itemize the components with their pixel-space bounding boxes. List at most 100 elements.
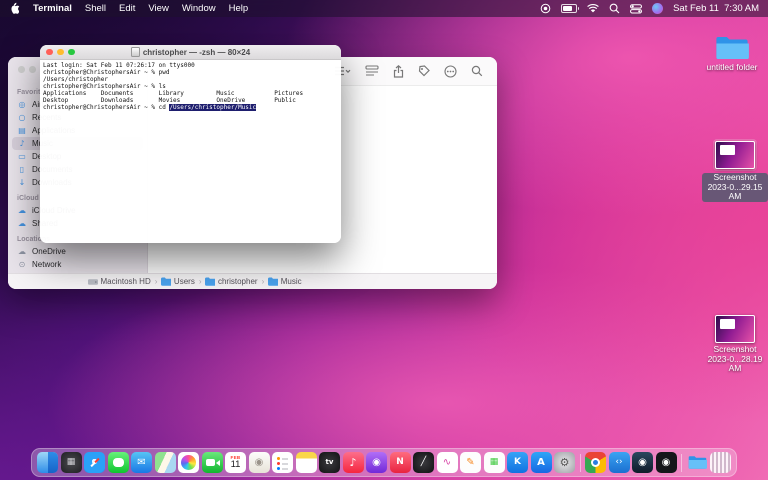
dock-podcasts[interactable]: ◉ <box>366 452 387 473</box>
folder-icon <box>161 277 172 286</box>
dock-news[interactable]: N <box>389 452 411 473</box>
desktop-icon-label: Screenshot 2023-0...28.19 AM <box>707 344 763 373</box>
dock-stocks[interactable]: ╱ <box>413 452 434 473</box>
search-icon[interactable] <box>471 65 483 77</box>
group-icon[interactable] <box>365 65 379 77</box>
minimize-button[interactable] <box>57 48 64 56</box>
terminal-line: Applications Documents Library Music Pic… <box>43 90 304 97</box>
battery-icon[interactable] <box>561 4 580 13</box>
dock-trash[interactable] <box>710 452 731 473</box>
dock-contacts[interactable]: ◉ <box>248 452 270 473</box>
terminal-window-title: christopher — -zsh — 80×24 <box>130 47 250 57</box>
control-center-icon[interactable] <box>630 3 643 14</box>
terminal-line: christopher@ChristophersAir ~ % ls <box>43 83 166 90</box>
shared-icon: ☁ <box>18 219 26 228</box>
dock-facetime[interactable] <box>201 452 223 473</box>
terminal-window-controls <box>46 48 75 56</box>
sidebar-item-onedrive[interactable]: ☁ OneDrive <box>12 245 143 258</box>
more-options-icon[interactable] <box>444 64 457 78</box>
menu-bar-clock[interactable]: Sat Feb 11 7:30 AM <box>673 3 759 14</box>
dock-downloads-folder[interactable] <box>687 452 708 473</box>
downloads-icon: ↓ <box>18 178 26 187</box>
terminal-window[interactable]: christopher — -zsh — 80×24 Last login: S… <box>40 45 341 243</box>
minimize-button[interactable] <box>29 66 36 73</box>
dock-tv[interactable]: tv <box>319 452 340 473</box>
icloud-drive-icon: ☁ <box>18 206 26 215</box>
zoom-button[interactable] <box>68 48 75 56</box>
terminal-output[interactable]: Last login: Sat Feb 11 07:26:17 on ttys0… <box>40 60 341 113</box>
menu-edit[interactable]: Edit <box>119 3 135 14</box>
screen-record-icon[interactable] <box>540 3 551 14</box>
spotlight-icon[interactable] <box>609 3 620 14</box>
screenshot-thumbnail <box>715 315 755 343</box>
desktop-icon-untitled-folder[interactable]: untitled folder <box>699 35 765 73</box>
dock-calendar[interactable]: FEB 11 <box>225 452 246 473</box>
tag-icon[interactable] <box>418 65 430 77</box>
menu-window[interactable]: Window <box>182 3 216 14</box>
airdrop-icon: ◎ <box>18 100 26 109</box>
path-crumb-music[interactable]: Music <box>268 277 302 287</box>
dock-pages[interactable]: ✎ <box>460 452 481 473</box>
desktop-icon-label: untitled folder <box>706 62 758 72</box>
terminal-prompt-line: christopher@ChristophersAir ~ % cd /User… <box>43 104 257 111</box>
dock-messages[interactable] <box>107 452 129 473</box>
network-icon: ⊙ <box>18 260 26 269</box>
desktop-icon-screenshot-2[interactable]: Screenshot 2023-0...28.19 AM <box>702 315 768 374</box>
terminal-line: Desktop Downloads Movies OneDrive Public <box>43 97 296 104</box>
dock-reminders[interactable] <box>272 452 293 473</box>
dock-vscode[interactable]: ‹› <box>608 452 630 473</box>
dock-music[interactable]: ♪ <box>342 452 364 473</box>
close-button[interactable] <box>46 48 53 56</box>
menu-view[interactable]: View <box>148 3 168 14</box>
siri-icon[interactable] <box>652 3 664 14</box>
path-crumb-macintosh-hd[interactable]: Macintosh HD <box>88 277 151 287</box>
dock-notes[interactable] <box>295 452 317 473</box>
dock-system-settings[interactable]: ⚙ <box>554 452 575 473</box>
dock-launchpad[interactable]: ▦ <box>60 452 82 473</box>
menu-help[interactable]: Help <box>229 3 249 14</box>
dock: ▦ ✉ FEB 11 ◉ tv ♪ ◉ N ╱ ∿ ✎ ▦ K A ⚙ ‹› ◉ … <box>31 448 737 477</box>
dock-steam[interactable]: ◉ <box>632 452 653 473</box>
menu-shell[interactable]: Shell <box>85 3 106 14</box>
dock-safari[interactable] <box>84 452 105 473</box>
home-folder-icon <box>205 277 216 286</box>
share-icon[interactable] <box>393 64 404 78</box>
dock-mail[interactable]: ✉ <box>131 452 152 473</box>
dock-photos[interactable] <box>178 452 199 473</box>
path-crumb-users[interactable]: Users <box>161 277 195 287</box>
dock-separator <box>681 453 682 472</box>
terminal-line: christopher@ChristophersAir ~ % pwd <box>43 69 170 76</box>
path-separator: › <box>261 277 265 286</box>
dock-github[interactable]: ◉ <box>655 452 677 473</box>
terminal-line: /Users/christopher <box>43 76 109 83</box>
dock-chrome[interactable] <box>585 452 606 473</box>
dock-keynote[interactable]: K <box>507 452 528 473</box>
dock-maps[interactable] <box>154 452 176 473</box>
desktop[interactable]: untitled folder Screenshot 2023-0...29.1… <box>0 0 768 480</box>
terminal-line: Last login: Sat Feb 11 07:26:17 on ttys0… <box>43 62 195 69</box>
path-crumb-christopher[interactable]: christopher <box>205 277 258 287</box>
apple-menu[interactable] <box>9 2 20 15</box>
screenshot-thumbnail <box>715 141 755 169</box>
desktop-icon-label: Screenshot 2023-0...29.15 AM <box>702 172 768 202</box>
finder-path-bar: Macintosh HD › Users › christopher › Mus… <box>8 273 497 289</box>
onedrive-icon: ☁ <box>18 247 26 256</box>
sidebar-item-network[interactable]: ⊙ Network <box>12 258 143 271</box>
applications-icon: ▤ <box>18 126 26 135</box>
close-button[interactable] <box>18 66 25 73</box>
terminal-title-bar[interactable]: christopher — -zsh — 80×24 <box>40 45 341 60</box>
dock-finder[interactable] <box>37 452 58 473</box>
wifi-icon[interactable] <box>587 4 599 13</box>
app-menu-terminal[interactable]: Terminal <box>33 3 72 14</box>
folder-icon <box>716 36 749 60</box>
disk-icon <box>88 278 98 285</box>
dock-separator <box>579 453 581 472</box>
desktop-icon-screenshot-1[interactable]: Screenshot 2023-0...29.15 AM <box>702 139 768 202</box>
terminal-selected-text: /Users/christopher/Music <box>169 104 257 111</box>
dock-app-store[interactable]: A <box>530 452 552 473</box>
dock-numbers[interactable]: ▦ <box>483 452 505 473</box>
path-separator: › <box>198 277 202 286</box>
music-folder-icon <box>268 277 279 286</box>
dock-freeform[interactable]: ∿ <box>436 452 458 473</box>
documents-icon: ▯ <box>19 165 25 174</box>
